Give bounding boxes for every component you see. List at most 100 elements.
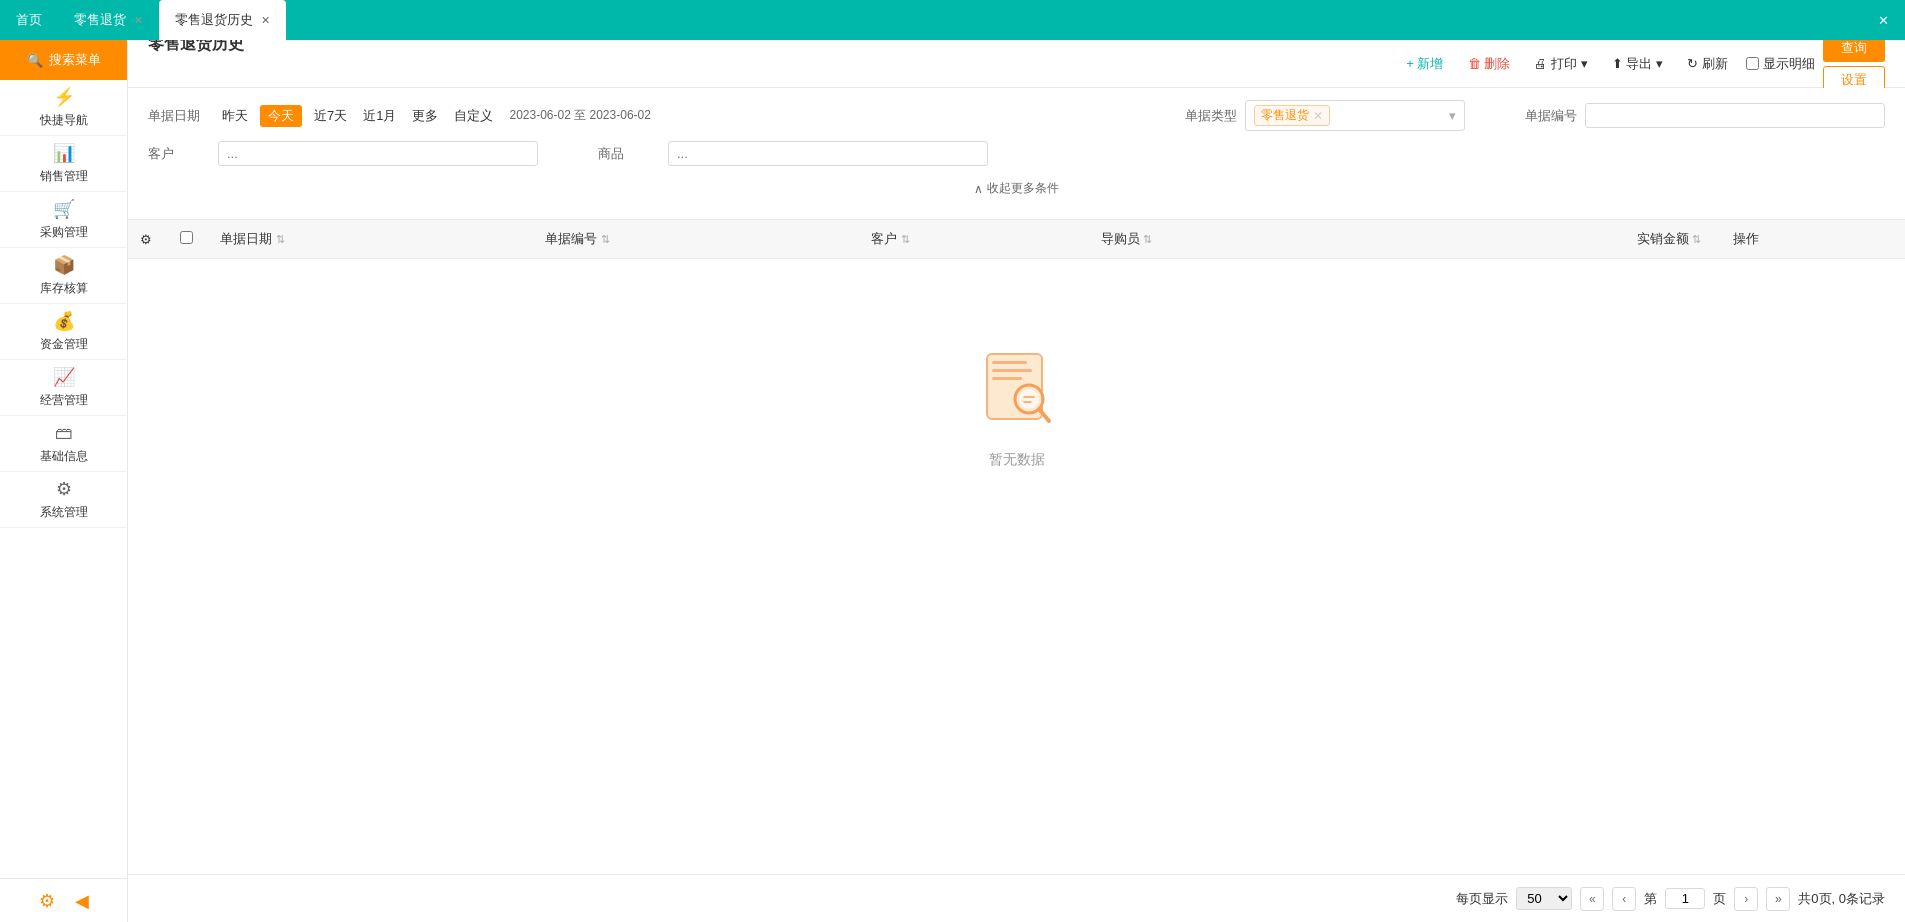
page-unit-label: 页 [1713, 890, 1726, 908]
table-header-row: ⚙ 单据日期 ⇅ 单据编号 ⇅ [128, 220, 1905, 259]
quick-nav-icon: ⚡ [53, 86, 75, 108]
customer-filter-label: 客户 [148, 145, 218, 163]
svg-rect-2 [992, 369, 1032, 372]
page-label: 第 [1644, 890, 1657, 908]
sort-date-icon: ⇅ [276, 233, 285, 245]
table-col-checkbox[interactable] [168, 220, 208, 259]
sidebar: 🔍 搜索菜单 ⚡ 快捷导航 📊 销售管理 🛒 采购管理 📦 库存核算 💰 [0, 40, 128, 922]
date-range-display: 2023-06-02 至 2023-06-02 [509, 107, 650, 124]
refresh-button[interactable]: ↻ 刷新 [1681, 51, 1734, 77]
svg-point-5 [1019, 389, 1039, 409]
show-detail-checkbox-label[interactable]: 显示明细 [1746, 55, 1815, 73]
last-page-btn[interactable]: » [1766, 887, 1790, 911]
sidebar-item-system[interactable]: ⚙ 系统管理 [0, 472, 127, 528]
settings-bottom-icon[interactable]: ⚙ [39, 890, 55, 912]
new-button[interactable]: + 新增 [1400, 51, 1449, 77]
sales-icon: 📊 [53, 142, 75, 164]
print-chevron-icon: ▾ [1581, 56, 1588, 71]
date-option-today[interactable]: 今天 [260, 105, 302, 127]
date-filter-options: 昨天 今天 近7天 近1月 更多 自定义 2023-06-02 至 2023-0… [218, 105, 1125, 127]
first-page-btn[interactable]: « [1580, 887, 1604, 911]
table-select-all-checkbox[interactable] [180, 231, 193, 244]
number-filter-input[interactable] [1585, 103, 1885, 128]
column-settings-icon[interactable]: ⚙ [140, 232, 152, 247]
sidebar-item-inventory[interactable]: 📦 库存核算 [0, 248, 127, 304]
goods-filter-input[interactable] [668, 141, 988, 166]
table-col-date[interactable]: 单据日期 ⇅ [208, 220, 533, 259]
table-col-action: 操作 [1721, 220, 1905, 259]
sort-guide-icon: ⇅ [1143, 233, 1152, 245]
filter-row-1: 单据日期 昨天 今天 近7天 近1月 更多 自定义 2023-06-02 至 2… [148, 100, 1885, 131]
customer-filter-input[interactable] [218, 141, 538, 166]
table-col-amount[interactable]: 实销金额 ⇅ [1367, 220, 1722, 259]
top-tab-bar: 首页 零售退货 ✕ 零售退货历史 ✕ ✕ [0, 0, 1905, 40]
table-col-number[interactable]: 单据编号 ⇅ [533, 220, 858, 259]
sidebar-item-quick-nav[interactable]: ⚡ 快捷导航 [0, 80, 127, 136]
delete-button[interactable]: 🗑 删除 [1462, 51, 1517, 77]
collapse-sidebar-icon[interactable]: ◀ [75, 890, 89, 912]
table-body: 暂无数据 [128, 259, 1905, 510]
date-filter-label: 单据日期 [148, 107, 218, 125]
date-option-7days[interactable]: 近7天 [310, 105, 351, 127]
empty-state: 暂无数据 [128, 259, 1905, 509]
page-size-label: 每页显示 [1456, 890, 1508, 908]
sort-customer-icon: ⇅ [901, 233, 910, 245]
date-option-custom[interactable]: 自定义 [450, 105, 497, 127]
sidebar-item-business[interactable]: 📈 经营管理 [0, 360, 127, 416]
table-col-guide[interactable]: 导购员 ⇅ [1089, 220, 1367, 259]
sidebar-search-btn[interactable]: 🔍 搜索菜单 [0, 40, 127, 80]
table-col-customer[interactable]: 客户 ⇅ [859, 220, 1089, 259]
number-filter-label: 单据编号 [1525, 107, 1585, 125]
date-option-yesterday[interactable]: 昨天 [218, 105, 252, 127]
sidebar-item-finance[interactable]: 💰 资金管理 [0, 304, 127, 360]
page-title: 零售退货历史 [148, 40, 1400, 55]
inventory-icon: 📦 [53, 254, 75, 276]
total-label: 共0页, 0条记录 [1798, 890, 1885, 908]
date-option-more[interactable]: 更多 [408, 105, 442, 127]
sidebar-bottom: ⚙ ◀ [0, 878, 127, 922]
table-area: ⚙ 单据日期 ⇅ 单据编号 ⇅ [128, 220, 1905, 874]
finance-icon: 💰 [53, 310, 75, 332]
page-header-content: 零售退货历史 + 新增 🗑 删除 🖨 打印 ▾ [148, 40, 1885, 94]
type-filter-select[interactable]: 零售退货 ✕ ▾ [1245, 100, 1465, 131]
tab-home[interactable]: 首页 [0, 0, 58, 40]
page-header: 零售退货历史 + 新增 🗑 删除 🖨 打印 ▾ [128, 40, 1905, 88]
sidebar-item-purchase[interactable]: 🛒 采购管理 [0, 192, 127, 248]
export-chevron-icon: ▾ [1656, 56, 1663, 71]
goods-filter-label: 商品 [598, 145, 668, 163]
data-table: ⚙ 单据日期 ⇅ 单据编号 ⇅ [128, 220, 1905, 509]
prev-page-btn[interactable]: ‹ [1612, 887, 1636, 911]
toolbar: + 新增 🗑 删除 🖨 打印 ▾ ⬆ 导出 ▾ [1400, 51, 1815, 77]
type-tag-remove[interactable]: ✕ [1313, 109, 1323, 123]
svg-rect-1 [992, 361, 1027, 364]
type-filter-label: 单据类型 [1185, 107, 1245, 125]
next-page-btn[interactable]: › [1734, 887, 1758, 911]
main-layout: 🔍 搜索菜单 ⚡ 快捷导航 📊 销售管理 🛒 采购管理 📦 库存核算 💰 [0, 40, 1905, 922]
show-detail-checkbox[interactable] [1746, 57, 1759, 70]
basic-info-icon: 🗃 [55, 423, 73, 444]
collapse-filter-btn[interactable]: ∧ 收起更多条件 [958, 176, 1075, 201]
sidebar-item-basic-info[interactable]: 🗃 基础信息 [0, 416, 127, 472]
svg-rect-3 [992, 377, 1022, 380]
header-actions: + 新增 🗑 删除 🖨 打印 ▾ ⬆ 导出 ▾ [1400, 40, 1885, 94]
print-button[interactable]: 🖨 打印 ▾ [1528, 51, 1594, 77]
page-number-input[interactable] [1665, 888, 1705, 909]
export-button[interactable]: ⬆ 导出 ▾ [1606, 51, 1670, 77]
sidebar-item-sales[interactable]: 📊 销售管理 [0, 136, 127, 192]
type-filter-tag: 零售退货 ✕ [1254, 105, 1330, 126]
filter-area: 单据日期 昨天 今天 近7天 近1月 更多 自定义 2023-06-02 至 2… [128, 88, 1905, 220]
tab-retail-return[interactable]: 零售退货 ✕ [58, 0, 159, 40]
topbar-close-btn[interactable]: ✕ [1878, 13, 1905, 28]
sort-number-icon: ⇅ [601, 233, 610, 245]
tab-retail-return-history-close[interactable]: ✕ [261, 14, 270, 27]
date-option-1month[interactable]: 近1月 [359, 105, 400, 127]
empty-state-icon [967, 339, 1067, 439]
query-button[interactable]: 查询 [1823, 40, 1885, 62]
collapse-icon: ∧ [974, 182, 983, 196]
filter-row-2: 客户 商品 [148, 141, 1885, 166]
table-col-settings[interactable]: ⚙ [128, 220, 168, 259]
purchase-icon: 🛒 [53, 198, 75, 220]
tab-retail-return-close[interactable]: ✕ [134, 14, 143, 27]
page-size-select[interactable]: 50 20 100 [1516, 887, 1572, 910]
tab-retail-return-history[interactable]: 零售退货历史 ✕ [159, 0, 286, 40]
